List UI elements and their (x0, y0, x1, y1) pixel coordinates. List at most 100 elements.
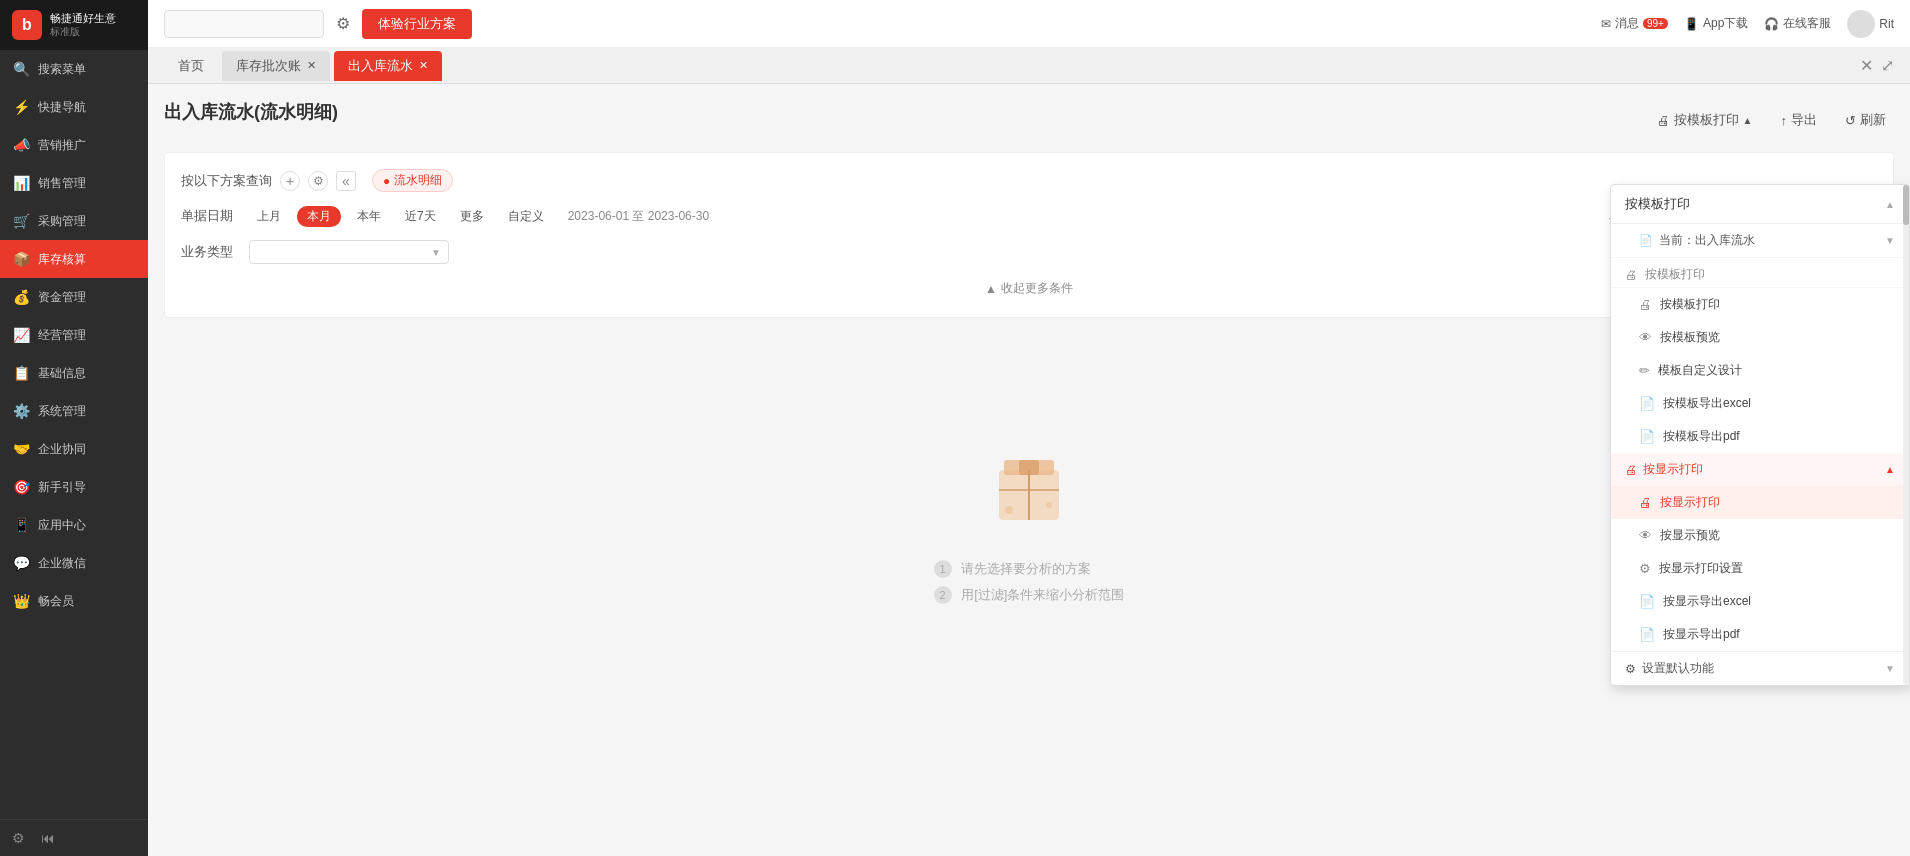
tab-close-flow[interactable]: ✕ (419, 59, 428, 72)
active-filter-tag: ● 流水明细 (372, 169, 453, 192)
settings-icon[interactable]: ⚙ (12, 830, 25, 846)
sidebar-label-system: 系统管理 (38, 403, 86, 420)
tabbar: 首页库存批次账✕ 出入库流水 ✕ ✕ ⤢ (148, 48, 1910, 84)
sidebar-icon-system: ⚙️ (12, 402, 30, 420)
sidebar-item-quick-nav[interactable]: ⚡快捷导航 (0, 88, 148, 126)
refresh-button[interactable]: ↺ 刷新 (1837, 107, 1894, 133)
tab-label-flow: 出入库流水 (348, 57, 413, 75)
sidebar-icon-purchase: 🛒 (12, 212, 30, 230)
sidebar-item-member[interactable]: 👑畅会员 (0, 582, 148, 620)
dropdown-item-display-preview[interactable]: 👁按显示预览 (1611, 519, 1909, 552)
display-print-icon: 🖨 (1625, 463, 1637, 477)
topbar-gear-icon[interactable]: ⚙ (336, 14, 350, 33)
sidebar-item-wechat[interactable]: 💬企业微信 (0, 544, 148, 582)
dropdown-item-template-custom[interactable]: ✏模板自定义设计 (1611, 354, 1909, 387)
user-item[interactable]: Rit (1847, 10, 1894, 38)
sidebar-item-finance[interactable]: 💰资金管理 (0, 278, 148, 316)
item-label-template-custom: 模板自定义设计 (1658, 362, 1742, 379)
dropdown-item-display-print[interactable]: 🖨按显示打印 (1611, 486, 1909, 519)
sidebar-label-enterprise: 企业协同 (38, 441, 86, 458)
collapse-icon[interactable]: ⏮ (41, 830, 55, 846)
settings-default-icon: ⚙ (1625, 662, 1636, 676)
sidebar-item-search[interactable]: 🔍搜索菜单 (0, 50, 148, 88)
dropdown-current-item[interactable]: 📄 当前：出入库流水 ▼ (1611, 224, 1909, 258)
tab-batch-account[interactable]: 库存批次账✕ (222, 51, 330, 81)
collapse-more-button[interactable]: ▲ 收起更多条件 (981, 276, 1077, 301)
sidebar-item-purchase[interactable]: 🛒 采购管理 (0, 202, 148, 240)
dropdown-item-display-export-excel[interactable]: 📄按显示导出excel (1611, 585, 1909, 618)
item-label-template-export-excel: 按模板导出excel (1663, 395, 1751, 412)
dropdown-footer[interactable]: ⚙ 设置默认功能 ▼ (1611, 651, 1909, 685)
sidebar-label-finance: 资金管理 (38, 289, 86, 306)
message-item[interactable]: ✉ 消息 99+ (1601, 15, 1668, 32)
dropdown-item-display-print-settings[interactable]: ⚙按显示打印设置 (1611, 552, 1909, 585)
date-option-本月[interactable]: 本月 (297, 206, 341, 227)
sidebar-item-app-center[interactable]: 📱应用中心 (0, 506, 148, 544)
expand-icon[interactable]: ⤢ (1881, 56, 1894, 75)
sidebar-item-operations[interactable]: 📈经营管理 (0, 316, 148, 354)
date-option-近7天[interactable]: 近7天 (397, 206, 444, 227)
phone-icon: 📱 (1684, 17, 1699, 31)
date-option-上月[interactable]: 上月 (249, 206, 289, 227)
page-content: 出入库流水(流水明细) 🖨 按模板打印 ▲ ↑ 导出 ↺ 刷新 (148, 84, 1910, 856)
biz-type-select[interactable] (249, 240, 449, 264)
sidebar-item-sales[interactable]: 📊销售管理 (0, 164, 148, 202)
filter-settings-button[interactable]: ⚙ (308, 171, 328, 191)
tab-home[interactable]: 首页 (164, 51, 218, 81)
sidebar-item-base-info[interactable]: 📋基础信息 (0, 354, 148, 392)
date-option-更多[interactable]: 更多 (452, 206, 492, 227)
sidebar-icon-guide: 🎯 (12, 478, 30, 496)
tab-flow[interactable]: 出入库流水 ✕ (334, 51, 442, 81)
date-option-本年[interactable]: 本年 (349, 206, 389, 227)
item-icon-display-print: 🖨 (1639, 495, 1652, 510)
service-label: 在线客服 (1783, 15, 1831, 32)
item-label-display-export-excel: 按显示导出excel (1663, 593, 1751, 610)
logo-text: 畅捷通好生意 标准版 (50, 11, 116, 39)
topbar-left: ⚙ 体验行业方案 (164, 9, 472, 39)
sidebar-label-purchase: 采购管理 (38, 213, 86, 230)
scrollbar[interactable] (1903, 185, 1909, 685)
scroll-thumb (1903, 185, 1909, 225)
sidebar-icon-enterprise: 🤝 (12, 440, 30, 458)
empty-illustration (979, 440, 1079, 540)
filter-collapse-button[interactable]: « (336, 171, 356, 191)
sidebar-item-system[interactable]: ⚙️ 系统管理 (0, 392, 148, 430)
close-panel-icon[interactable]: ✕ (1860, 56, 1873, 75)
dropdown-item-template-export-excel[interactable]: 📄 按模板导出excel (1611, 387, 1909, 420)
sidebar-icon-wechat: 💬 (12, 554, 30, 572)
item-icon-display-print-settings: ⚙ (1639, 561, 1651, 576)
trial-button[interactable]: 体验行业方案 (362, 9, 472, 39)
filter-add-button[interactable]: + (280, 171, 300, 191)
filter-tag-label: 流水明细 (394, 172, 442, 189)
tab-label-home: 首页 (178, 57, 204, 75)
export-button[interactable]: ↑ 导出 (1773, 107, 1826, 133)
app-download-item[interactable]: 📱 App下载 (1684, 15, 1748, 32)
dropdown-item-template-preview[interactable]: 👁按模板预览 (1611, 321, 1909, 354)
service-item[interactable]: 🎧 在线客服 (1764, 15, 1831, 32)
print-icon: 🖨 (1657, 113, 1670, 128)
brand-name: 畅捷通好生意 (50, 11, 116, 25)
sidebar-item-inventory[interactable]: 📦库存核算 (0, 240, 148, 278)
item-icon-template-export-excel: 📄 (1639, 396, 1655, 411)
date-option-自定义[interactable]: 自定义 (500, 206, 552, 227)
item-icon-template-export-pdf: 📄 (1639, 429, 1655, 444)
export-icon: ↑ (1781, 113, 1788, 128)
sidebar-icon-member: 👑 (12, 592, 30, 610)
tab-close-batch-account[interactable]: ✕ (307, 59, 316, 72)
refresh-icon: ↺ (1845, 113, 1856, 128)
sidebar-item-marketing[interactable]: 📣营销推广 (0, 126, 148, 164)
sidebar-item-enterprise[interactable]: 🤝 企业协同 (0, 430, 148, 468)
sidebar-label-base-info: 基础信息 (38, 365, 86, 382)
template-section-text: 按模板打印 (1645, 266, 1705, 283)
search-input[interactable] (164, 10, 324, 38)
dropdown-item-display-export-pdf[interactable]: 📄按显示导出pdf (1611, 618, 1909, 651)
sidebar-item-guide[interactable]: 🎯新手引导 (0, 468, 148, 506)
display-items-list: 🖨按显示打印👁按显示预览⚙按显示打印设置📄按显示导出excel📄按显示导出pdf (1611, 486, 1909, 651)
main-area: ⚙ 体验行业方案 ✉ 消息 99+ 📱 App下载 🎧 在线客服 Rit (148, 0, 1910, 856)
dropdown-item-template-export-pdf[interactable]: 📄按模板导出pdf (1611, 420, 1909, 453)
dropdown-item-template-print[interactable]: 🖨按模板打印 (1611, 288, 1909, 321)
message-icon: ✉ (1601, 17, 1611, 31)
print-button[interactable]: 🖨 按模板打印 ▲ (1649, 107, 1761, 133)
message-label: 消息 (1615, 15, 1639, 32)
display-group-header[interactable]: 🖨 按显示打印 ▲ (1611, 453, 1909, 486)
